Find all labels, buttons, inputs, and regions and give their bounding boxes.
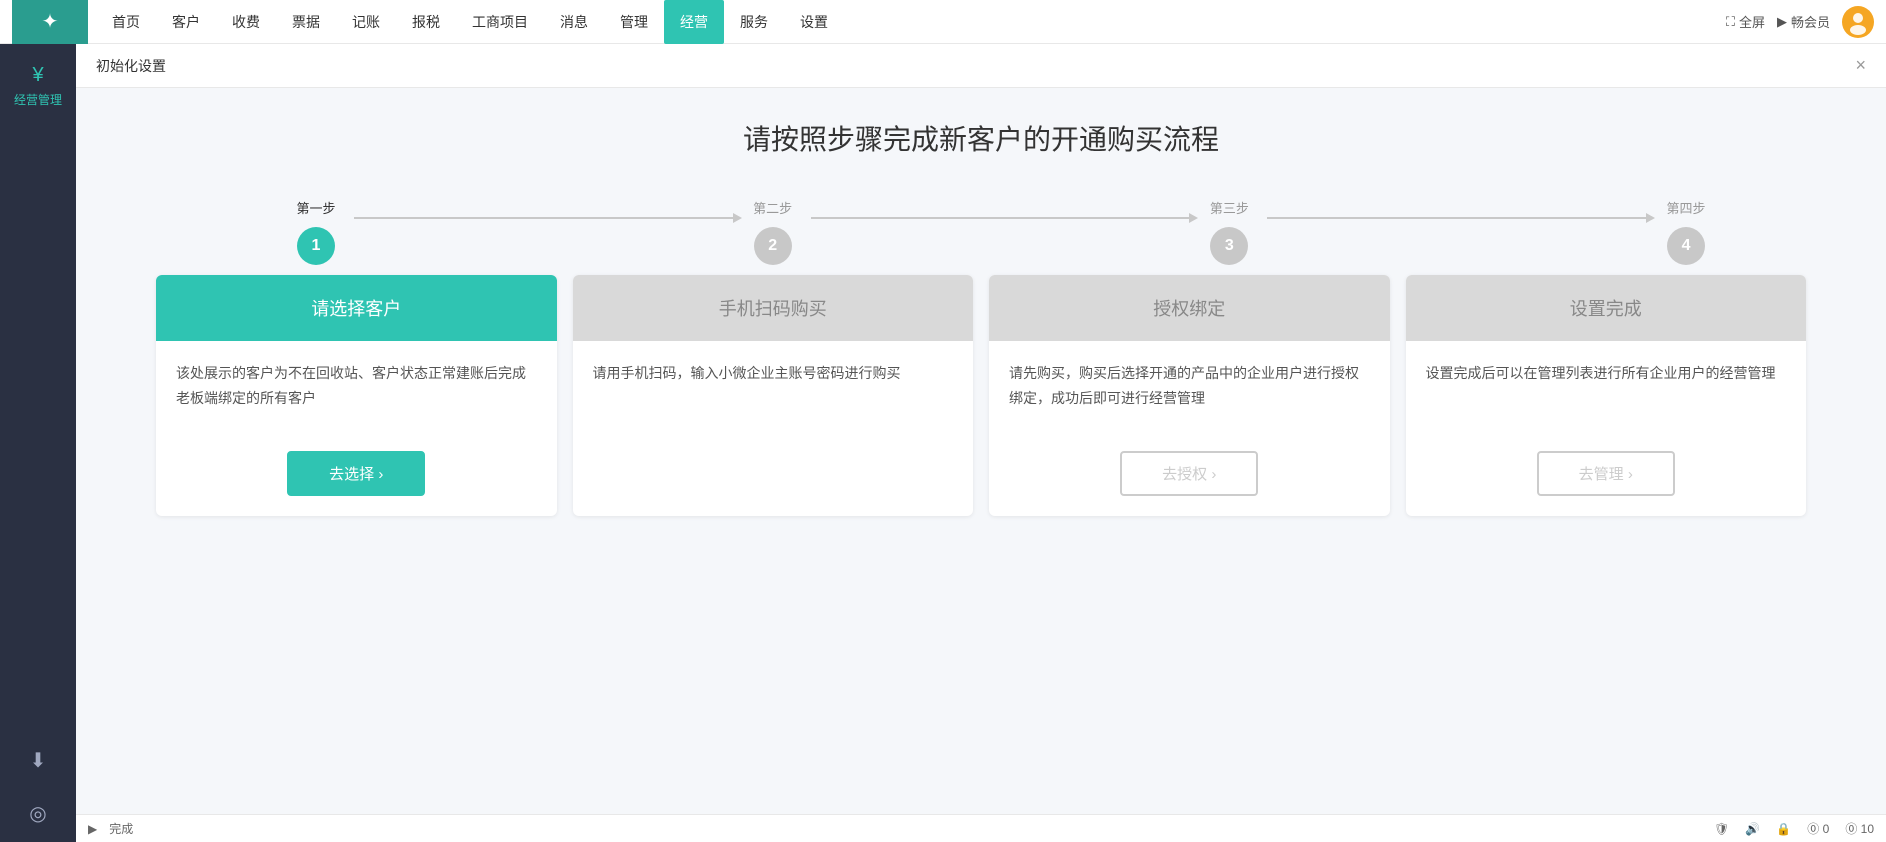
clock-count: ⓪ 10 [1845,820,1874,837]
card-2: 手机扫码购买 请用手机扫码，输入小微企业主账号密码进行购买 [573,275,974,516]
logo-icon: ✦ [42,9,59,34]
step-connector-2 [811,217,1192,219]
play-icon: ▶ [88,822,97,836]
steps-row: 第一步 1 第二步 2 第三步 3 [136,198,1826,265]
nav-customer[interactable]: 客户 [156,0,216,44]
card-4: 设置完成 设置完成后可以在管理列表进行所有企业用户的经营管理 去管理 › [1406,275,1807,516]
avatar-icon [1844,8,1872,36]
nav-business[interactable]: 工商项目 [456,0,544,44]
card-3-body: 请先购买，购买后选择开通的产品中的企业用户进行授权绑定，成功后即可进行经营管理 [989,341,1390,431]
setup-main-title: 请按照步骤完成新客户的开通购买流程 [136,118,1826,158]
sidebar-item-operation[interactable]: ¥ 经营管理 [0,52,76,120]
sidebar-download[interactable]: ⬇ [29,736,46,789]
nav-invoice[interactable]: 票据 [276,0,336,44]
step-3-label: 第三步 [1210,198,1249,217]
notif-count: ⓪ 0 [1807,820,1829,837]
page-title: 初始化设置 [96,56,166,76]
nav-manage[interactable]: 管理 [604,0,664,44]
nav-home[interactable]: 首页 [96,0,156,44]
step-1: 第一步 1 [276,198,356,265]
card-2-footer [573,476,974,516]
step-1-label: 第一步 [296,198,335,217]
sidebar-item-label: 经营管理 [14,91,62,108]
fullscreen-icon: ⛶ [1726,14,1735,30]
sound-icon: 🔊 [1745,822,1760,836]
card-1-footer: 去选择 › [156,431,557,516]
status-right: 🛡 🔊 🔒 ⓪ 0 ⓪ 10 [1714,820,1874,837]
sidebar: ¥ 经营管理 ⬇ ◎ [0,44,76,842]
nav-right: ⛶ 全屏 ▶ 畅会员 [1726,6,1874,38]
cards-row: 请选择客户 该处展示的客户为不在回收站、客户状态正常建账后完成老板端绑定的所有客… [136,275,1826,516]
go-authorize-button[interactable]: 去授权 › [1120,451,1258,496]
setup-content: 请按照步骤完成新客户的开通购买流程 第一步 1 第二步 2 [76,88,1886,814]
step-connector-1 [354,217,735,219]
step-4-circle: 4 [1667,227,1705,265]
card-4-header: 设置完成 [1406,275,1807,341]
nav-tax[interactable]: 报税 [396,0,456,44]
sidebar-bottom: ⬇ ◎ [29,736,46,842]
main-layout: ¥ 经营管理 ⬇ ◎ 初始化设置 × 请按照步骤完成新客户的开通购买流程 第 [0,44,1886,842]
lock-icon: 🔒 [1776,822,1791,836]
nav-service[interactable]: 服务 [724,0,784,44]
fullscreen-button[interactable]: ⛶ 全屏 [1726,12,1765,31]
logo[interactable]: ✦ [12,0,88,44]
status-done: 完成 [109,820,133,837]
fullscreen-label: 全屏 [1739,12,1765,31]
card-2-header: 手机扫码购买 [573,275,974,341]
vip-button[interactable]: ▶ 畅会员 [1777,12,1830,31]
download-icon: ⬇ [30,748,47,773]
support-icon: ◎ [29,801,46,826]
step-2-circle: 2 [754,227,792,265]
card-3-footer: 去授权 › [989,431,1390,516]
nav-settings[interactable]: 设置 [784,0,844,44]
step-4: 第四步 4 [1646,198,1726,265]
sidebar-support[interactable]: ◎ [29,789,46,842]
go-select-button[interactable]: 去选择 › [287,451,425,496]
nav-message[interactable]: 消息 [544,0,604,44]
avatar[interactable] [1842,6,1874,38]
step-2-label: 第二步 [753,198,792,217]
card-4-footer: 去管理 › [1406,431,1807,516]
close-button[interactable]: × [1855,55,1866,76]
step-2: 第二步 2 [733,198,813,265]
shield-icon: 🛡 [1714,822,1729,836]
nav-items: 首页 客户 收费 票据 记账 报税 工商项目 消息 管理 经营 服务 设置 [96,0,1726,44]
page-header: 初始化设置 × [76,44,1886,88]
card-1-header: 请选择客户 [156,275,557,341]
card-1-body: 该处展示的客户为不在回收站、客户状态正常建账后完成老板端绑定的所有客户 [156,341,557,431]
status-bar: ▶ 完成 🛡 🔊 🔒 ⓪ 0 ⓪ 10 [76,814,1886,842]
step-1-circle: 1 [297,227,335,265]
nav-operation[interactable]: 经营 [664,0,724,44]
yuan-icon: ¥ [32,64,43,87]
card-3-header: 授权绑定 [989,275,1390,341]
go-manage-button[interactable]: 去管理 › [1537,451,1675,496]
step-3-circle: 3 [1210,227,1248,265]
top-nav: ✦ 首页 客户 收费 票据 记账 报税 工商项目 消息 管理 经营 服务 设置 … [0,0,1886,44]
card-4-body: 设置完成后可以在管理列表进行所有企业用户的经营管理 [1406,341,1807,431]
step-connector-3 [1267,217,1648,219]
card-2-body: 请用手机扫码，输入小微企业主账号密码进行购买 [573,341,974,476]
main-content: 初始化设置 × 请按照步骤完成新客户的开通购买流程 第一步 1 第二步 2 [76,44,1886,842]
card-3: 授权绑定 请先购买，购买后选择开通的产品中的企业用户进行授权绑定，成功后即可进行… [989,275,1390,516]
nav-accounting[interactable]: 记账 [336,0,396,44]
nav-fee[interactable]: 收费 [216,0,276,44]
step-3: 第三步 3 [1189,198,1269,265]
vip-icon: ▶ [1777,14,1787,30]
vip-label: 畅会员 [1791,12,1830,31]
step-4-label: 第四步 [1667,198,1706,217]
card-1: 请选择客户 该处展示的客户为不在回收站、客户状态正常建账后完成老板端绑定的所有客… [156,275,557,516]
